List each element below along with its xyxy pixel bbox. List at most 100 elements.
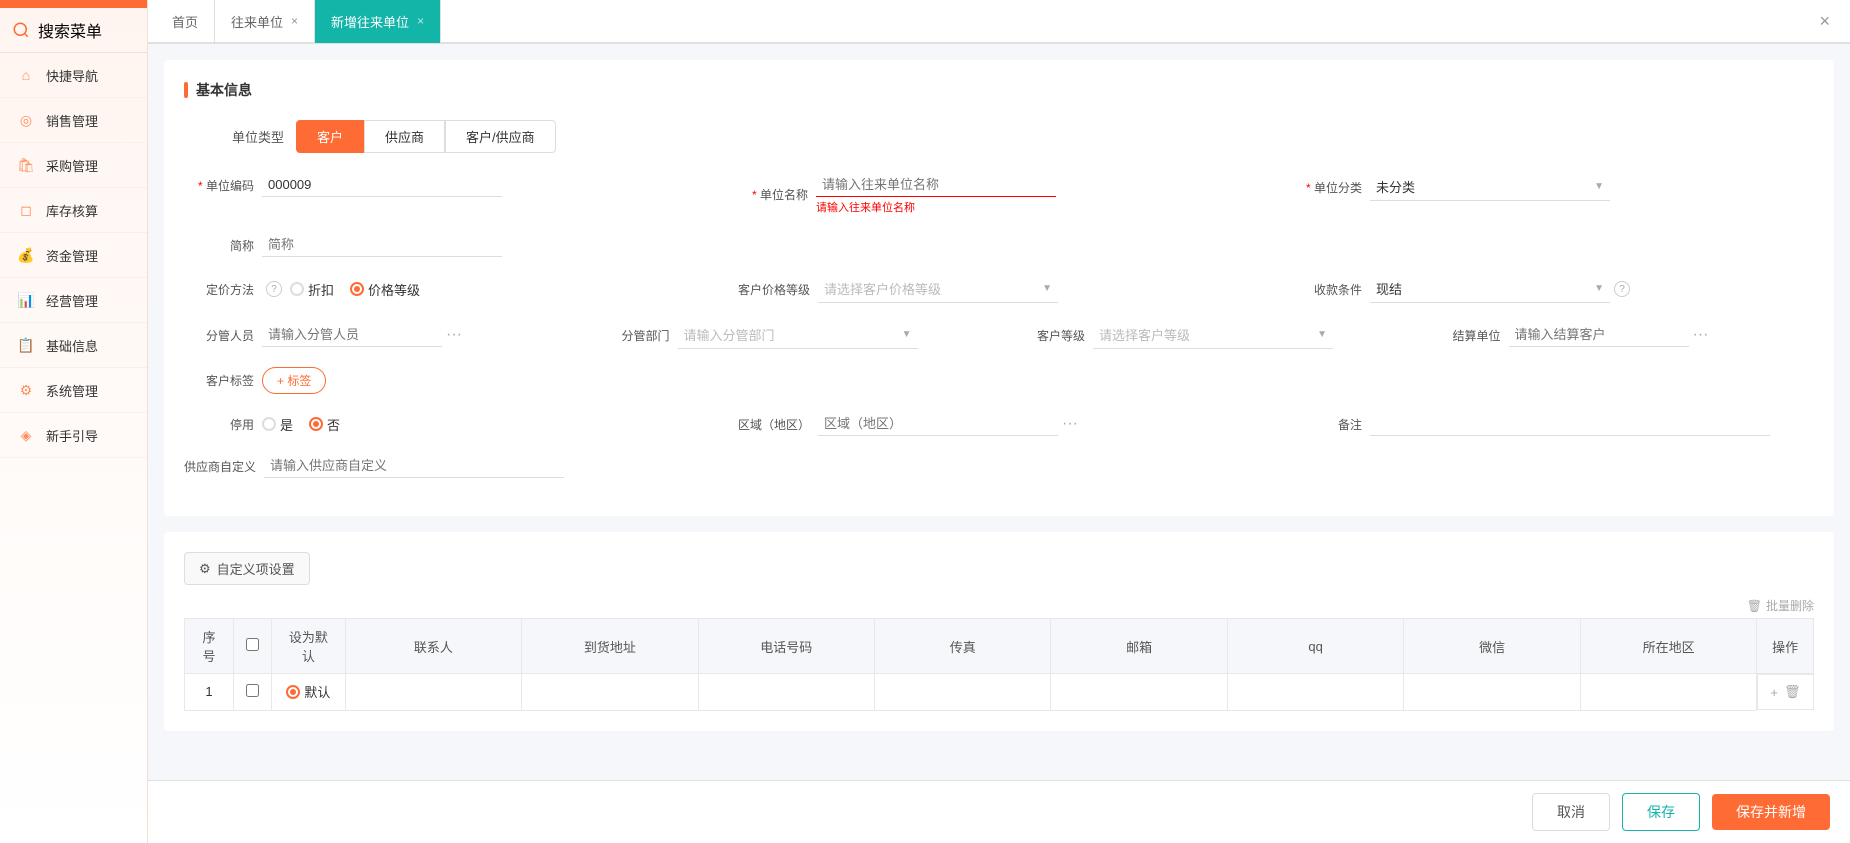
radio-discount-circle (290, 282, 304, 296)
radio-no-label: 否 (327, 415, 340, 434)
save-new-button[interactable]: 保存并新增 (1712, 794, 1830, 830)
cell-email-input[interactable] (1063, 684, 1214, 699)
sidebar-item-operations[interactable]: 📊 经营管理 (0, 278, 147, 323)
department-arrow: ▼ (902, 329, 912, 340)
region-more-icon[interactable]: ··· (1058, 415, 1082, 433)
unit-btn-supplier[interactable]: 供应商 (364, 120, 445, 153)
cell-contact-input[interactable] (358, 684, 509, 699)
row-delete-icon[interactable]: 🗑 (1784, 684, 1801, 700)
pricing-help-icon[interactable]: ? (266, 281, 282, 297)
sidebar-search[interactable]: 搜索菜单 (0, 8, 147, 53)
cell-fax[interactable] (874, 674, 1050, 711)
customer-level-select[interactable]: 请选择客户等级 ▼ (1093, 321, 1333, 349)
tab-counterparty[interactable]: 往来单位 × (215, 0, 315, 43)
sidebar-item-inventory[interactable]: ◻ 库存核算 (0, 188, 147, 233)
col-phone: 电话号码 (698, 619, 874, 674)
manager-input[interactable] (262, 323, 442, 347)
payment-terms-select[interactable]: 现结 ▼ (1370, 275, 1610, 303)
table-actions: 🗑 批量删除 (184, 597, 1814, 614)
sidebar-item-label: 资金管理 (46, 246, 98, 265)
bottom-bar: 取消 保存 保存并新增 (148, 780, 1850, 843)
sales-icon: ◎ (16, 110, 36, 130)
sidebar-item-label: 系统管理 (46, 381, 98, 400)
col-default: 设为默认 (271, 619, 345, 674)
cell-wechat-input[interactable] (1416, 684, 1567, 699)
tab-home[interactable]: 首页 (156, 0, 215, 43)
field-disabled: 停用 是 否 (184, 415, 706, 434)
manager-more-icon[interactable]: ··· (442, 326, 466, 344)
custom-settings-button[interactable]: ⚙ 自定义项设置 (184, 552, 310, 585)
cell-address-input[interactable] (534, 684, 685, 699)
radio-yes[interactable]: 是 (262, 415, 293, 434)
sidebar-item-basic-info[interactable]: 📋 基础信息 (0, 323, 147, 368)
cell-qq-input[interactable] (1240, 684, 1392, 699)
remark-input[interactable] (1370, 412, 1770, 436)
disabled-label: 停用 (184, 416, 254, 433)
customer-price-level-select[interactable]: 请选择客户价格等级 ▼ (818, 275, 1058, 303)
cell-fax-input[interactable] (887, 684, 1038, 699)
region-input[interactable] (818, 412, 1058, 436)
field-customer-price-level: 客户价格等级 请选择客户价格等级 ▼ (738, 275, 1260, 303)
unit-name-wrapper: 请输入往来单位名称 (816, 173, 1056, 215)
search-icon (12, 21, 30, 39)
radio-price-level[interactable]: 价格等级 (350, 280, 420, 299)
cell-address[interactable] (522, 674, 698, 711)
cell-region[interactable] (1580, 674, 1756, 711)
basic-info-icon: 📋 (16, 335, 36, 355)
unit-category-select[interactable]: 未分类 ▼ (1370, 173, 1610, 201)
radio-discount[interactable]: 折扣 (290, 280, 334, 299)
radio-no[interactable]: 否 (309, 415, 340, 434)
tab-counterparty-close[interactable]: × (291, 14, 298, 28)
field-unit-name: 单位名称 请输入往来单位名称 (738, 173, 1260, 215)
department-select[interactable]: 请输入分管部门 ▼ (678, 321, 918, 349)
sidebar-item-sales[interactable]: ◎ 销售管理 (0, 98, 147, 143)
sidebar-item-system[interactable]: ⚙ 系统管理 (0, 368, 147, 413)
cell-contact[interactable] (345, 674, 521, 711)
col-wechat: 微信 (1404, 619, 1580, 674)
cell-qq[interactable] (1227, 674, 1404, 711)
add-tag-button[interactable]: + 标签 (262, 367, 326, 394)
sidebar-item-purchase[interactable]: 🛍 采购管理 (0, 143, 147, 188)
field-supplier-custom: 供应商自定义 (184, 454, 1814, 478)
batch-delete-icon: 🗑 (1747, 599, 1762, 613)
cell-seq: 1 (185, 674, 234, 711)
row-manager: 分管人员 ··· 分管部门 请输入分管部门 ▼ 客户等级 请选择客户等级 (184, 321, 1814, 349)
sidebar-item-guide[interactable]: ◈ 新手引导 (0, 413, 147, 458)
payment-terms-label: 收款条件 (1292, 281, 1362, 298)
row-add-icon[interactable]: + (1770, 685, 1778, 700)
row-default-radio[interactable]: 默认 (284, 682, 333, 701)
save-button[interactable]: 保存 (1622, 793, 1700, 831)
cell-region-input[interactable] (1593, 684, 1744, 699)
cancel-button[interactable]: 取消 (1532, 793, 1610, 831)
section-icon (184, 82, 188, 98)
window-close-button[interactable]: × (1807, 11, 1842, 32)
supplier-custom-input[interactable] (264, 454, 564, 478)
unit-code-input[interactable] (262, 173, 502, 197)
payment-help-icon[interactable]: ? (1614, 281, 1630, 297)
unit-name-input[interactable] (816, 173, 1056, 197)
cell-phone[interactable] (698, 674, 874, 711)
cell-email[interactable] (1051, 674, 1227, 711)
tab-new-counterparty[interactable]: 新增往来单位 × (315, 0, 441, 43)
sidebar-item-finance[interactable]: 💰 资金管理 (0, 233, 147, 278)
sidebar-item-label: 快捷导航 (46, 66, 98, 85)
col-region: 所在地区 (1580, 619, 1756, 674)
unit-btn-customer[interactable]: 客户 (296, 120, 364, 153)
unit-btn-both[interactable]: 客户/供应商 (445, 120, 556, 153)
radio-discount-label: 折扣 (308, 280, 334, 299)
select-all-checkbox[interactable] (246, 638, 259, 651)
cell-wechat[interactable] (1404, 674, 1580, 711)
tab-new-counterparty-close[interactable]: × (417, 14, 424, 28)
field-remark: 备注 (1292, 412, 1814, 436)
tab-home-label: 首页 (172, 12, 198, 31)
sidebar-item-quick-nav[interactable]: ⌂ 快捷导航 (0, 53, 147, 98)
short-name-input[interactable] (262, 233, 502, 257)
field-manager: 分管人员 ··· (184, 323, 568, 347)
row-checkbox[interactable] (246, 684, 259, 697)
settlement-unit-input[interactable] (1509, 323, 1689, 347)
batch-delete-button[interactable]: 🗑 批量删除 (1747, 597, 1814, 614)
cell-phone-input[interactable] (711, 684, 862, 699)
sidebar-item-label: 采购管理 (46, 156, 98, 175)
customer-price-level-label: 客户价格等级 (738, 281, 810, 298)
settlement-unit-more-icon[interactable]: ··· (1689, 326, 1713, 344)
